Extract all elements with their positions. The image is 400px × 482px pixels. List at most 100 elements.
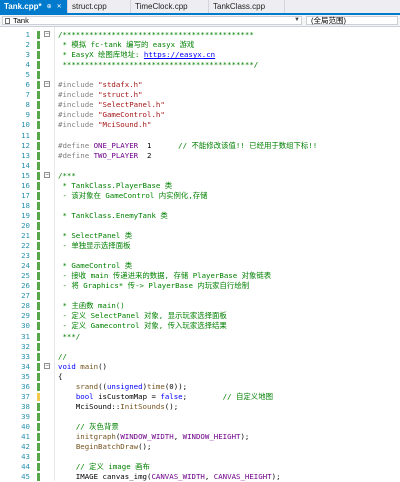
tab-struct-cpp[interactable]: struct.cpp (68, 0, 131, 13)
change-marker (37, 272, 40, 281)
line-number: 14 (21, 160, 30, 170)
code-text: * TankClass.EnemyTank 类 (58, 210, 168, 220)
tab-tankclass-cpp[interactable]: TankClass.cpp (209, 0, 285, 13)
change-marker (37, 433, 40, 441)
easyx-link[interactable]: https://easyx.cn (144, 50, 215, 59)
line-number: 40 (21, 421, 30, 431)
code-text: // 定义 image 画布 (75, 462, 150, 472)
code-text: #include "GameControl.h" (58, 110, 165, 120)
line-number: 7 (25, 90, 30, 100)
line-number: 6 (25, 80, 30, 90)
code-text: - 该对象在 GameControl 内实例化,存储 (58, 190, 208, 200)
line-number: 45 (21, 472, 30, 482)
change-marker (37, 161, 40, 170)
pin-icon[interactable]: ⊕ (47, 3, 52, 10)
change-marker (37, 51, 40, 60)
change-marker (37, 302, 40, 311)
change-marker (37, 382, 40, 391)
fold-toggle-icon[interactable]: − (44, 171, 50, 178)
code-text: MciSound::InitSounds(); (58, 401, 179, 411)
line-number: 3 (25, 50, 30, 60)
code-text: #include "stdafx.h" (58, 80, 143, 90)
line-number: 35 (21, 371, 30, 381)
change-marker (37, 322, 40, 331)
member-scope-value: (全局范围) (311, 16, 346, 25)
line-number: 10 (21, 120, 30, 130)
project-scope-dropdown[interactable]: Tank ▼ (2, 16, 302, 25)
line-number: 31 (21, 331, 30, 341)
line-number: 23 (21, 251, 30, 261)
document-tab-bar: Tank.cpp* ⊕ ✕ struct.cpp TimeClock.cpp T… (0, 0, 400, 15)
code-text: * EasyX 绘图库地址: https://easyx.cn (58, 50, 216, 60)
chevron-down-icon[interactable]: ▼ (294, 17, 300, 23)
line-number: 30 (21, 321, 30, 331)
change-marker (37, 211, 40, 220)
code-text: { (58, 371, 63, 381)
line-number: 33 (21, 351, 30, 361)
change-marker (37, 151, 40, 160)
change-marker (37, 81, 40, 90)
line-number: 32 (21, 341, 30, 351)
member-scope-dropdown[interactable]: (全局范围) (306, 16, 398, 25)
change-marker (37, 332, 40, 341)
change-marker (37, 31, 40, 39)
line-number: 8 (25, 100, 30, 110)
change-marker (37, 422, 40, 431)
line-number: 11 (21, 130, 30, 140)
change-marker (37, 262, 40, 271)
change-marker (37, 111, 40, 120)
change-marker (37, 342, 40, 351)
code-text: #include "SelectPanel.h" (58, 100, 165, 110)
change-marker (37, 221, 40, 230)
line-number: 5 (25, 70, 30, 80)
code-text: ***/ (58, 331, 81, 341)
tab-tank-cpp[interactable]: Tank.cpp* ⊕ ✕ (0, 0, 68, 13)
change-marker (37, 402, 40, 411)
code-text: #include "MciSound.h" (58, 120, 152, 130)
code-text: ****************************************… (58, 60, 259, 70)
fold-toggle-icon[interactable]: − (44, 31, 50, 37)
line-number: 12 (21, 140, 30, 150)
code-text: #define ONE_PLAYER 1 // 不能修改该值!! 已经用于数组下… (58, 140, 318, 150)
code-text: - 接收 main 传递进来的数据, 存储 PlayerBase 对象链表 (58, 271, 272, 281)
line-number: 20 (21, 220, 30, 230)
tab-label: TimeClock.cpp (135, 2, 188, 11)
tab-timeclock-cpp[interactable]: TimeClock.cpp (131, 0, 209, 13)
line-number: 4 (25, 60, 30, 70)
line-number: 38 (21, 401, 30, 411)
change-marker (37, 453, 40, 462)
code-text: * SelectPanel 类 (58, 231, 133, 240)
change-marker (37, 171, 40, 180)
code-line[interactable]: 45 IMAGE canvas_img(CANVAS_WIDTH, CANVAS… (0, 471, 400, 482)
navigation-bar: Tank ▼ (全局范围) (0, 15, 400, 27)
change-marker (37, 201, 40, 210)
line-number: 1 (25, 30, 30, 39)
code-editor[interactable]: 1 − /*************************************… (0, 27, 400, 482)
fold-toggle-icon[interactable]: − (44, 362, 50, 369)
code-text: srand((unsigned)time(0)); (75, 381, 188, 391)
line-number: 28 (21, 301, 30, 311)
project-scope-value: Tank (13, 16, 29, 25)
line-number: 27 (21, 291, 30, 301)
code-text: BeginBatchDraw(); (75, 442, 152, 452)
code-text: - 单独显示选择面板 (58, 241, 131, 251)
code-text: /***************************************… (58, 30, 254, 39)
tab-label: TankClass.cpp (213, 2, 266, 11)
code-text: // (58, 351, 67, 361)
change-marker (37, 91, 40, 100)
change-marker (37, 181, 40, 190)
change-marker (37, 463, 40, 472)
code-text: * TankClass.PlayerBase 类 (58, 180, 173, 190)
change-marker (37, 252, 40, 261)
line-number: 13 (21, 150, 30, 160)
line-number: 43 (21, 452, 30, 462)
code-text: * 模拟 fc-tank 编写的 easyx 游戏 (58, 40, 195, 50)
fold-toggle-icon[interactable]: − (44, 81, 50, 88)
close-icon[interactable]: ✕ (57, 3, 62, 10)
line-number: 17 (21, 190, 30, 200)
change-marker (37, 61, 40, 70)
change-marker (37, 41, 40, 50)
line-number: 36 (21, 381, 30, 391)
line-number: 34 (21, 361, 30, 371)
change-marker (37, 71, 40, 80)
